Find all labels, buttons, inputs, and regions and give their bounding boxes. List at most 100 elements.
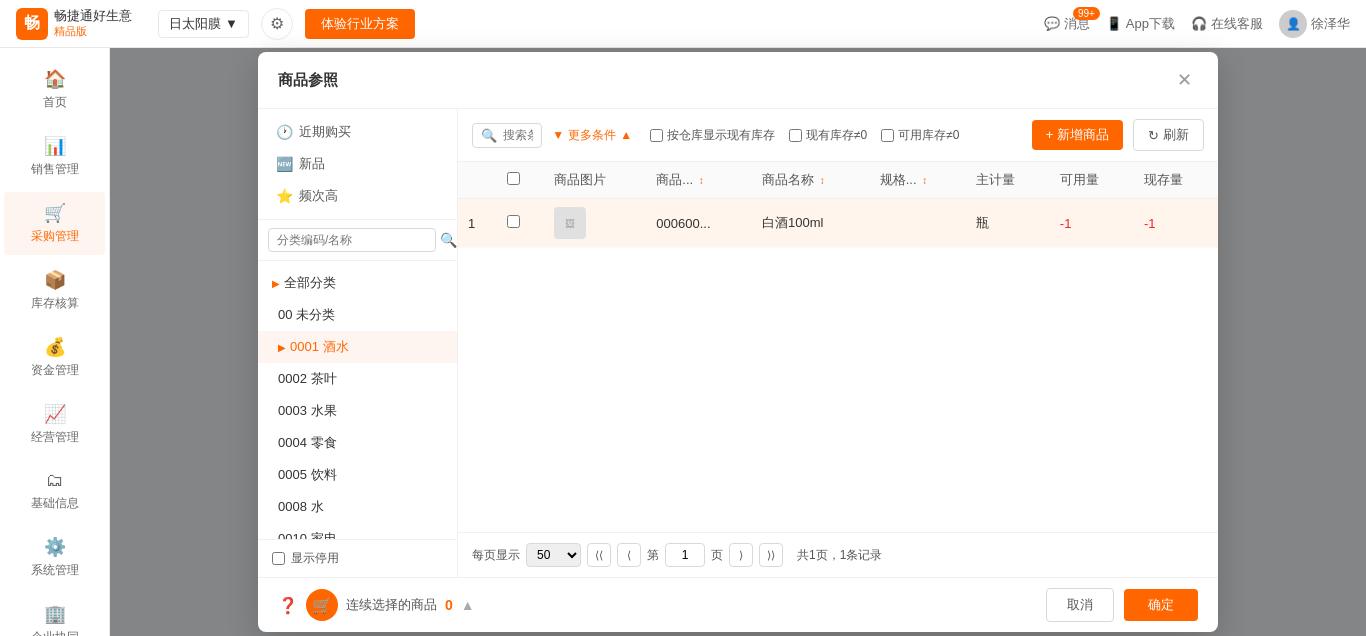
filter-more-button[interactable]: ▼ 更多条件 ▲ [552,127,632,144]
sidebar-label-purchase: 采购管理 [31,228,79,245]
cat-item-0004[interactable]: 0004 零食 [258,427,457,459]
cell-stock: -1 [1134,199,1218,248]
select-all-checkbox[interactable] [507,172,520,185]
category-search-input[interactable] [268,228,436,252]
quick-tab-frequent[interactable]: ⭐ 频次高 [268,181,447,211]
operations-icon: 📈 [44,403,66,425]
sidebar-item-finance[interactable]: 💰 资金管理 [4,326,105,389]
sidebar-label-enterprise: 企业协同 [31,629,79,636]
modal-header: 商品参照 ✕ [258,52,1218,109]
checkbox-by-warehouse[interactable]: 按仓库显示现有库存 [650,127,775,144]
cart-text: 连续选择的商品 [346,596,437,614]
quick-tab-recent[interactable]: 🕐 近期购买 [268,117,447,147]
last-page-button[interactable]: ⟩⟩ [759,543,783,567]
cat-item-0010[interactable]: 0010 家电 [258,523,457,539]
available-stock-checkbox[interactable] [881,129,894,142]
left-panel: 🕐 近期购买 🆕 新品 ⭐ 频次高 [258,109,458,577]
cat-item-all[interactable]: ▶ 全部分类 [258,267,457,299]
collapse-cart-button[interactable]: ▲ [461,597,475,613]
cat-label-0003: 0003 水果 [278,402,337,420]
cell-checkbox[interactable] [497,199,544,248]
confirm-button[interactable]: 确定 [1124,589,1198,621]
sidebar-item-operations[interactable]: 📈 经营管理 [4,393,105,456]
cell-index: 1 [458,199,497,248]
service-item[interactable]: 🎧 在线客服 [1191,15,1263,33]
by-warehouse-checkbox[interactable] [650,129,663,142]
user-item[interactable]: 👤 徐泽华 [1279,10,1350,38]
cat-item-0005[interactable]: 0005 饮料 [258,459,457,491]
trial-btn[interactable]: 体验行业方案 [305,9,415,39]
cell-code: 000600... [646,199,752,248]
sidebar-item-home[interactable]: 🏠 首页 [4,58,105,121]
cart-button[interactable]: 🛒 [306,589,338,621]
page-size-label: 每页显示 [472,547,520,564]
cancel-button[interactable]: 取消 [1046,588,1114,622]
messages-badge: 99+ [1073,7,1100,20]
sidebar-item-inventory[interactable]: 📦 库存核算 [4,259,105,322]
cat-label-0001: 0001 酒水 [290,338,349,356]
prev-page-button[interactable]: ⟨ [617,543,641,567]
col-stock: 现存量 [1134,162,1218,199]
pagination-row: 每页显示 50 100 ⟨⟨ ⟨ 第 页 ⟩ ⟩⟩ [458,532,1218,577]
cell-unit: 瓶 [966,199,1050,248]
toolbar-row: 🔍 ▼ 更多条件 ▲ 按仓库显示现有库存 [458,109,1218,162]
quick-tab-new[interactable]: 🆕 新品 [268,149,447,179]
cat-item-uncategorized[interactable]: 00 未分类 [258,299,457,331]
cat-label-0002: 0002 茶叶 [278,370,337,388]
category-tree: ▶ 全部分类 00 未分类 ▶ 0001 酒水 0002 茶 [258,261,457,539]
col-spec[interactable]: 规格... ↕ [870,162,966,199]
sidebar-item-system[interactable]: ⚙️ 系统管理 [4,526,105,589]
page-size-select[interactable]: 50 100 [526,543,581,567]
nav-selector[interactable]: 日太阳膜 ▼ [158,10,249,38]
sidebar-item-enterprise[interactable]: 🏢 企业协同 [4,593,105,636]
sidebar-label-basics: 基础信息 [31,495,79,512]
sidebar-item-basics[interactable]: 🗂 基础信息 [4,460,105,522]
refresh-button[interactable]: ↻ 刷新 [1133,119,1204,151]
product-image: 🖼 [554,207,586,239]
category-search-row: 🔍 [258,220,457,261]
row-checkbox[interactable] [507,215,520,228]
filter-icon: ▼ [552,128,564,142]
modal-close-button[interactable]: ✕ [1170,66,1198,94]
next-page-button[interactable]: ⟩ [729,543,753,567]
logo-sub: 精品版 [54,24,132,39]
category-search-button[interactable]: 🔍 [440,232,457,248]
sidebar-label-home: 首页 [43,94,67,111]
page-number-input[interactable] [665,543,705,567]
logo-icon: 畅 [16,8,48,40]
col-code[interactable]: 商品... ↕ [646,162,752,199]
col-available: 可用量 [1050,162,1134,199]
cart-area: ❓ 🛒 连续选择的商品 0 ▲ [278,589,1036,621]
cat-item-0001[interactable]: ▶ 0001 酒水 [258,331,457,363]
system-icon: ⚙️ [44,536,66,558]
cat-label-all: 全部分类 [284,274,336,292]
product-search-bar[interactable]: 🔍 [472,123,542,148]
enterprise-icon: 🏢 [44,603,66,625]
first-page-button[interactable]: ⟨⟨ [587,543,611,567]
help-icon[interactable]: ❓ [278,596,298,615]
gear-button[interactable]: ⚙ [261,8,293,40]
modal-title: 商品参照 [278,71,338,90]
sidebar-item-purchase[interactable]: 🛒 采购管理 [4,192,105,255]
add-product-button[interactable]: + 新增商品 [1032,120,1123,150]
sidebar-item-sales[interactable]: 📊 销售管理 [4,125,105,188]
purchase-icon: 🛒 [44,202,66,224]
cell-spec [870,199,966,248]
current-stock-checkbox[interactable] [789,129,802,142]
table-row[interactable]: 1 🖼 000600... 白酒100ml [458,199,1218,248]
layout: 🏠 首页 📊 销售管理 🛒 采购管理 📦 库存核算 💰 资金管理 📈 经营管理 … [0,48,1366,636]
sidebar: 🏠 首页 📊 销售管理 🛒 采购管理 📦 库存核算 💰 资金管理 📈 经营管理 … [0,48,110,636]
cat-item-0003[interactable]: 0003 水果 [258,395,457,427]
checkbox-available-stock[interactable]: 可用库存≠0 [881,127,959,144]
cat-item-0002[interactable]: 0002 茶叶 [258,363,457,395]
cat-item-0008[interactable]: 0008 水 [258,491,457,523]
show-disabled-checkbox[interactable] [272,552,285,565]
page-label2: 页 [711,547,723,564]
col-name[interactable]: 商品名称 ↕ [752,162,870,199]
app-download-item[interactable]: 📱 App下载 [1106,15,1175,33]
refresh-icon: ↻ [1148,128,1159,143]
checkbox-current-stock[interactable]: 现有库存≠0 [789,127,867,144]
product-search-input[interactable] [503,128,533,142]
messages-item[interactable]: 💬 消息 99+ [1044,15,1090,33]
quick-tab-new-label: 新品 [299,155,325,173]
